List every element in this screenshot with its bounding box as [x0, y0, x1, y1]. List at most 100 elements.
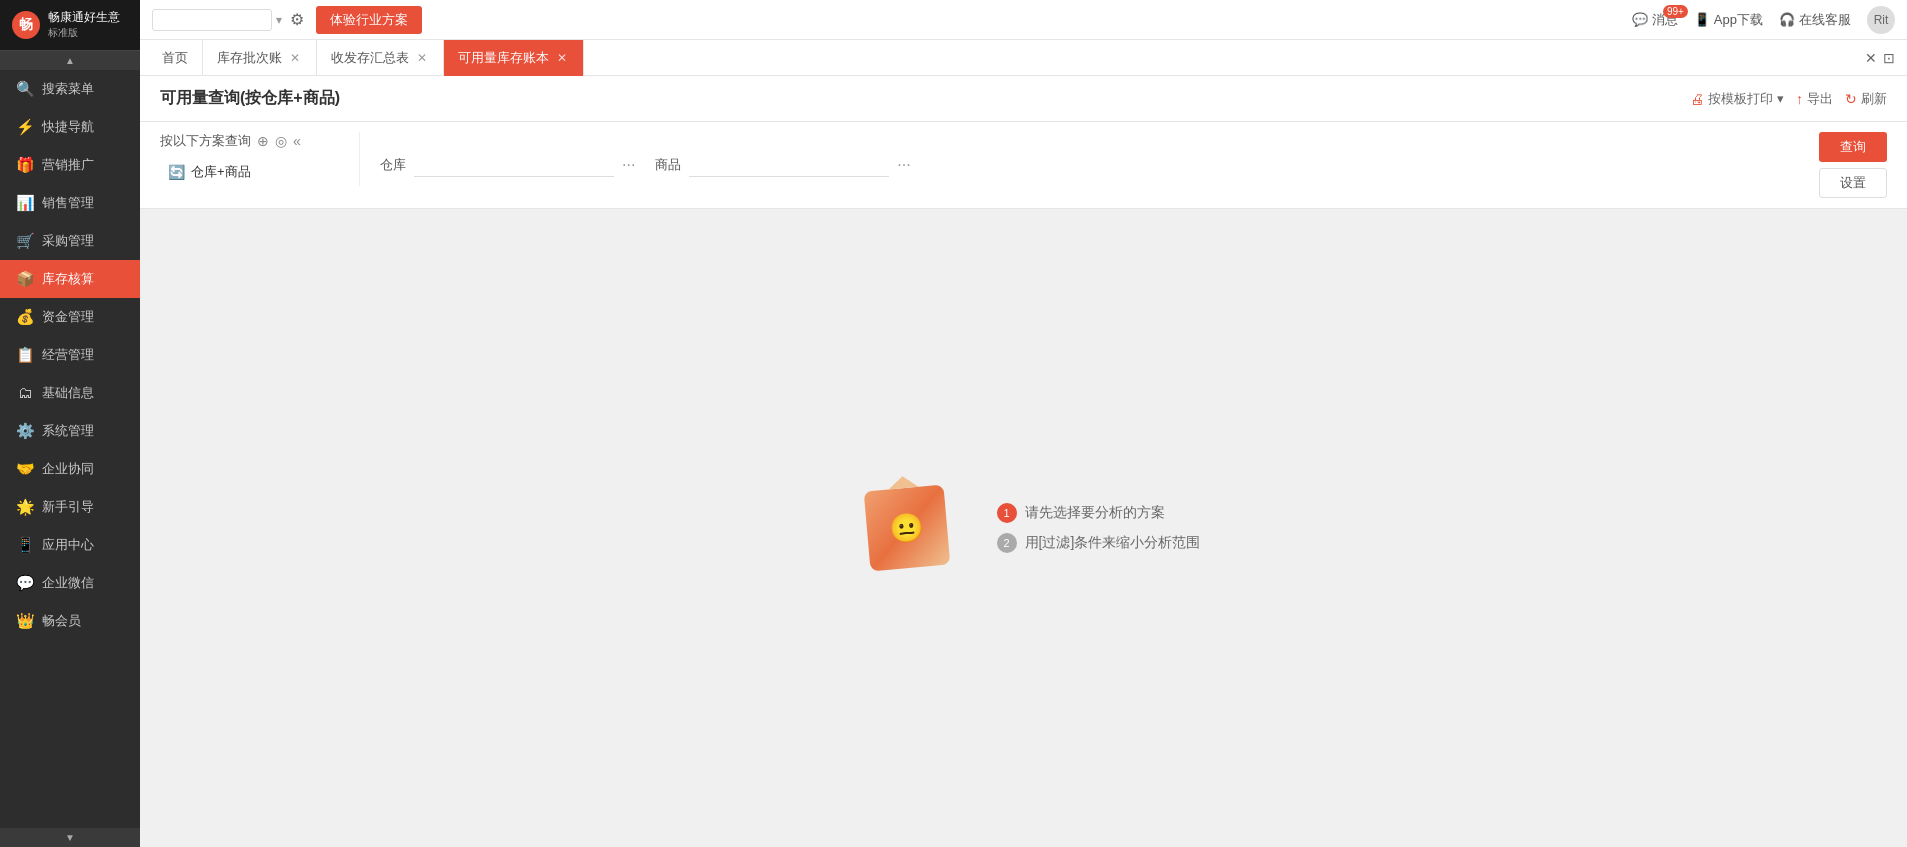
tab-available-ledger-close[interactable]: ✕ [555, 51, 569, 65]
search-input[interactable] [152, 9, 272, 31]
sidebar-scroll-up[interactable]: ▲ [0, 51, 140, 70]
hint-num-1: 1 [997, 503, 1017, 523]
marketing-icon: 🎁 [16, 156, 34, 174]
warehouse-field: 仓库 ··· [380, 153, 635, 177]
sidebar-label-finance: 资金管理 [42, 308, 94, 326]
sidebar-item-marketing[interactable]: 🎁 营销推广 [0, 146, 140, 184]
sidebar-item-system[interactable]: ⚙️ 系统管理 [0, 412, 140, 450]
sidebar-item-enterprise[interactable]: 🤝 企业协同 [0, 450, 140, 488]
enterprise-icon: 🤝 [16, 460, 34, 478]
gear-icon[interactable]: ⚙ [290, 10, 304, 29]
sidebar-item-guide[interactable]: 🌟 新手引导 [0, 488, 140, 526]
empty-illustration: 😐 [847, 468, 967, 588]
sidebar-label-guide: 新手引导 [42, 498, 94, 516]
sidebar-label-system: 系统管理 [42, 422, 94, 440]
tabs-bar: 首页 库存批次账 ✕ 收发存汇总表 ✕ 可用量库存账本 ✕ ✕ ⊡ [140, 40, 1907, 76]
refresh-label: 刷新 [1861, 90, 1887, 108]
refresh-icon: ↻ [1845, 91, 1857, 107]
sidebar-item-search[interactable]: 🔍 搜索菜单 [0, 70, 140, 108]
sidebar-label-search: 搜索菜单 [42, 80, 94, 98]
settings-scheme-icon[interactable]: ◎ [275, 133, 287, 149]
tab-collect-summary[interactable]: 收发存汇总表 ✕ [317, 40, 444, 76]
filter-section: 按以下方案查询 ⊕ ◎ « 🔄 仓库+商品 仓库 ··· 商品 [140, 122, 1907, 209]
main-area: ▾ ⚙ 体验行业方案 💬 消息 99+ 📱 App下载 🎧 在线客服 Rit 首… [140, 0, 1907, 847]
tab-home-label: 首页 [162, 49, 188, 67]
export-btn[interactable]: ↑ 导出 [1796, 90, 1833, 108]
print-btn[interactable]: 🖨 按模板打印 ▾ [1690, 90, 1784, 108]
sidebar-item-vip[interactable]: 👑 畅会员 [0, 602, 140, 640]
dropdown-arrow-icon[interactable]: ▾ [276, 13, 282, 27]
tab-batch-account[interactable]: 库存批次账 ✕ [203, 40, 317, 76]
maximize-icon[interactable]: ⊡ [1883, 50, 1895, 66]
sidebar-item-app-center[interactable]: 📱 应用中心 [0, 526, 140, 564]
filter-actions: 查询 设置 [1819, 132, 1887, 198]
app-center-icon: 📱 [16, 536, 34, 554]
goods-input[interactable] [689, 153, 889, 177]
schemes-label: 按以下方案查询 [160, 132, 251, 150]
add-scheme-icon[interactable]: ⊕ [257, 133, 269, 149]
warehouse-input[interactable] [414, 153, 614, 177]
export-label: 导出 [1807, 90, 1833, 108]
app-name: 畅康通好生意 [48, 10, 120, 26]
print-label: 按模板打印 [1708, 90, 1773, 108]
tab-window-controls: ✕ ⊡ [1853, 50, 1907, 66]
refresh-btn[interactable]: ↻ 刷新 [1845, 90, 1887, 108]
page-header: 可用量查询(按仓库+商品) 🖨 按模板打印 ▾ ↑ 导出 ↻ 刷新 [140, 76, 1907, 122]
online-service-item[interactable]: 🎧 在线客服 [1779, 11, 1851, 29]
sidebar-scroll-down[interactable]: ▼ [0, 828, 140, 847]
scheme-refresh-icon: 🔄 [168, 164, 185, 180]
tab-collect-summary-close[interactable]: ✕ [415, 51, 429, 65]
sidebar: 畅 畅康通好生意 标准版 ▲ 🔍 搜索菜单 ⚡ 快捷导航 🎁 营销推广 📊 销售… [0, 0, 140, 847]
sidebar-item-inventory[interactable]: 📦 库存核算 [0, 260, 140, 298]
sidebar-item-basic-info[interactable]: 🗂 基础信息 [0, 374, 140, 412]
system-icon: ⚙️ [16, 422, 34, 440]
app-download-item[interactable]: 📱 App下载 [1694, 11, 1763, 29]
sidebar-item-operation[interactable]: 📋 经营管理 [0, 336, 140, 374]
finance-icon: 💰 [16, 308, 34, 326]
topbar-right: 💬 消息 99+ 📱 App下载 🎧 在线客服 Rit [1632, 6, 1895, 34]
sidebar-item-shortcut[interactable]: ⚡ 快捷导航 [0, 108, 140, 146]
settings-btn[interactable]: 设置 [1819, 168, 1887, 198]
sidebar-label-sales: 销售管理 [42, 194, 94, 212]
app-edition: 标准版 [48, 26, 120, 40]
export-icon: ↑ [1796, 91, 1803, 107]
topbar-search-area: ▾ [152, 9, 282, 31]
tab-batch-account-label: 库存批次账 [217, 49, 282, 67]
collapse-icon[interactable]: « [293, 133, 301, 149]
goods-field: 商品 ··· [655, 153, 910, 177]
sidebar-item-purchase[interactable]: 🛒 采购管理 [0, 222, 140, 260]
query-btn[interactable]: 查询 [1819, 132, 1887, 162]
operation-icon: 📋 [16, 346, 34, 364]
industry-btn[interactable]: 体验行业方案 [316, 6, 422, 34]
sidebar-label-vip: 畅会员 [42, 612, 81, 630]
message-item[interactable]: 💬 消息 99+ [1632, 11, 1678, 29]
online-service-label: 在线客服 [1799, 11, 1851, 29]
message-icon: 💬 [1632, 12, 1648, 27]
tab-home[interactable]: 首页 [148, 40, 203, 76]
purchase-icon: 🛒 [16, 232, 34, 250]
vip-icon: 👑 [16, 612, 34, 630]
avatar[interactable]: Rit [1867, 6, 1895, 34]
sidebar-item-sales[interactable]: 📊 销售管理 [0, 184, 140, 222]
sidebar-label-purchase: 采购管理 [42, 232, 94, 250]
warehouse-more-icon[interactable]: ··· [622, 156, 635, 174]
app-logo: 畅 [12, 11, 40, 39]
sidebar-item-finance[interactable]: 💰 资金管理 [0, 298, 140, 336]
sales-icon: 📊 [16, 194, 34, 212]
scheme-item-warehouse-goods[interactable]: 🔄 仓库+商品 [160, 158, 347, 186]
hint-item-1: 1 请先选择要分析的方案 [997, 503, 1201, 523]
hint-text-2: 用[过滤]条件来缩小分析范围 [1025, 534, 1201, 552]
empty-state: 😐 1 请先选择要分析的方案 2 用[过滤]条件来缩小分析范围 [140, 209, 1907, 847]
page-title: 可用量查询(按仓库+商品) [160, 88, 340, 109]
sidebar-label-basic-info: 基础信息 [42, 384, 94, 402]
close-window-icon[interactable]: ✕ [1865, 50, 1877, 66]
goods-more-icon[interactable]: ··· [897, 156, 910, 174]
app-download-icon: 📱 [1694, 12, 1710, 27]
sidebar-label-shortcut: 快捷导航 [42, 118, 94, 136]
guide-icon: 🌟 [16, 498, 34, 516]
tab-available-ledger[interactable]: 可用量库存账本 ✕ [444, 40, 584, 76]
sidebar-item-wechat[interactable]: 💬 企业微信 [0, 564, 140, 602]
empty-hints: 1 请先选择要分析的方案 2 用[过滤]条件来缩小分析范围 [997, 503, 1201, 553]
tab-batch-account-close[interactable]: ✕ [288, 51, 302, 65]
shortcut-icon: ⚡ [16, 118, 34, 136]
